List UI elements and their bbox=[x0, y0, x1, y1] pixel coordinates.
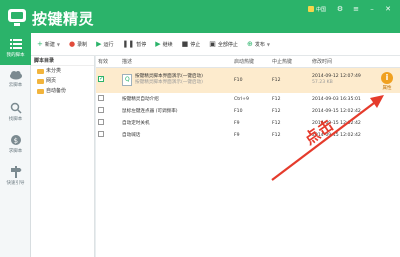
cloud-icon bbox=[9, 71, 22, 80]
modified-time: 2014-09-12 12:07:49 bbox=[312, 74, 361, 80]
folder-icon bbox=[37, 78, 44, 84]
plus-icon: + bbox=[37, 40, 43, 48]
enabled-checkbox[interactable] bbox=[98, 75, 104, 83]
record-button[interactable]: ● 录制 bbox=[69, 40, 87, 48]
script-description: 按键精灵脚本界面演示(一键启动) bbox=[135, 74, 203, 80]
table-row[interactable]: 自动喊话 F9 F12 2014-09-15 12:02:42 bbox=[96, 129, 400, 141]
chevron-down-icon: ▼ bbox=[266, 41, 270, 47]
column-header-description[interactable]: 描述 bbox=[120, 56, 232, 68]
table-row[interactable]: 自动定时关机 F9 F12 2014-09-15 12:02:42 bbox=[96, 117, 400, 129]
directory-header: 脚本目录 bbox=[31, 56, 94, 66]
globe-icon: ⊕ bbox=[246, 40, 253, 48]
script-file-icon bbox=[122, 74, 132, 87]
record-icon: ● bbox=[68, 40, 76, 48]
start-hotkey: F10 bbox=[234, 108, 243, 114]
search-icon bbox=[10, 102, 22, 114]
column-header-stop-hotkey[interactable]: 中止热键 bbox=[270, 56, 310, 68]
folder-icon bbox=[37, 88, 44, 94]
stop-icon: ■ bbox=[181, 40, 189, 48]
app-title: 按键精灵 bbox=[32, 10, 95, 28]
stop-hotkey: F12 bbox=[272, 120, 281, 126]
minimize-icon[interactable]: – bbox=[366, 4, 378, 14]
properties-button[interactable]: i 属性 bbox=[380, 72, 394, 94]
script-directory-panel: 脚本目录 未分类 网页 自动备份 bbox=[31, 56, 95, 257]
script-description: 按键精灵自动介绍 bbox=[122, 97, 159, 102]
start-hotkey: F10 bbox=[234, 77, 243, 83]
sidebar-item-guide[interactable]: 快速引导 bbox=[0, 161, 31, 193]
stop-hotkey: F12 bbox=[272, 108, 281, 114]
sidebar-item-label: 找脚本 bbox=[8, 117, 23, 122]
guide-icon bbox=[10, 166, 21, 178]
column-header-modified-time[interactable]: 修改时间 bbox=[310, 56, 400, 68]
enabled-checkbox[interactable] bbox=[98, 119, 104, 125]
script-table-panel: 有效 描述 启动热键 中止热键 修改时间 按键精灵脚本界面演示(一键启动) 按键… bbox=[96, 56, 400, 257]
chevron-down-icon: ▼ bbox=[56, 41, 60, 47]
sidebar-item-my-scripts[interactable]: 我的脚本 bbox=[0, 33, 31, 65]
info-icon: i bbox=[381, 72, 393, 84]
modified-time: 2014-09-03 16:35:01 bbox=[312, 96, 361, 102]
title-bar: 按键精灵 中国 ⚙ ≡ – ✕ bbox=[0, 0, 400, 33]
script-description-sub: 按键精灵脚本界面演示(一键启动) bbox=[135, 80, 203, 86]
toolbar: + 新建 ▼ ● 录制 ▶ 运行 ❚❚ 暂停 ▶ 继续 ■ 停止 ▣ 全部停止 … bbox=[31, 33, 400, 56]
directory-item-uncategorized[interactable]: 未分类 bbox=[31, 66, 94, 76]
script-table: 有效 描述 启动热键 中止热键 修改时间 按键精灵脚本界面演示(一键启动) 按键… bbox=[96, 56, 400, 141]
directory-item-autobackup[interactable]: 自动备份 bbox=[31, 86, 94, 96]
folder-icon bbox=[37, 68, 44, 74]
sidebar-item-label: 我的脚本 bbox=[6, 53, 25, 58]
list-icon bbox=[9, 39, 22, 49]
script-description: 自动喊话 bbox=[122, 133, 141, 138]
stop-hotkey: F12 bbox=[272, 96, 281, 102]
app-logo-icon bbox=[8, 9, 26, 26]
start-hotkey: Ctrl+9 bbox=[234, 96, 249, 102]
table-row[interactable]: 按键精灵自动介绍 Ctrl+9 F12 2014-09-03 16:35:01 bbox=[96, 93, 400, 105]
publish-button[interactable]: ⊕ 发布 ▼ bbox=[247, 40, 270, 48]
new-button[interactable]: + 新建 ▼ bbox=[37, 40, 60, 48]
sidebar-item-find[interactable]: 找脚本 bbox=[0, 97, 31, 129]
sidebar-item-label: 云脚本 bbox=[8, 83, 23, 88]
column-header-start-hotkey[interactable]: 启动热键 bbox=[232, 56, 270, 68]
svg-text:$: $ bbox=[13, 137, 17, 145]
settings-icon[interactable]: ⚙ bbox=[334, 4, 346, 14]
script-description: 自动定时关机 bbox=[122, 121, 150, 126]
stop-all-icon: ▣ bbox=[209, 40, 216, 48]
file-size: 57.23 KB bbox=[312, 80, 333, 86]
stop-button[interactable]: ■ 停止 bbox=[182, 40, 201, 48]
table-row[interactable]: 鼠标左键连点器 (可调频率) F10 F12 2014-09-15 12:02:… bbox=[96, 105, 400, 117]
stop-hotkey: F12 bbox=[272, 77, 281, 83]
stop-all-button[interactable]: ▣ 全部停止 bbox=[209, 40, 238, 48]
properties-label: 属性 bbox=[382, 86, 392, 91]
run-button[interactable]: ▶ 运行 bbox=[96, 40, 113, 48]
close-icon[interactable]: ✕ bbox=[382, 4, 394, 14]
start-hotkey: F9 bbox=[234, 120, 240, 126]
pause-button[interactable]: ❚❚ 暂停 bbox=[123, 40, 147, 48]
play-icon: ▶ bbox=[96, 40, 102, 48]
menu-icon[interactable]: ≡ bbox=[350, 4, 362, 14]
sidebar-item-request[interactable]: $ 求脚本 bbox=[0, 129, 31, 161]
enabled-checkbox[interactable] bbox=[98, 131, 104, 137]
user-icon bbox=[307, 6, 314, 12]
sidebar-item-label: 求脚本 bbox=[8, 149, 23, 154]
enabled-checkbox[interactable] bbox=[98, 95, 104, 101]
enabled-checkbox[interactable] bbox=[98, 107, 104, 113]
resume-icon: ▶ bbox=[155, 40, 161, 48]
user-chip[interactable]: 中国 bbox=[307, 6, 326, 13]
pause-icon: ❚❚ bbox=[122, 40, 135, 48]
user-label: 中国 bbox=[315, 6, 326, 13]
sidebar-item-cloud[interactable]: 云脚本 bbox=[0, 65, 31, 97]
table-row[interactable]: 按键精灵脚本界面演示(一键启动) 按键精灵脚本界面演示(一键启动) F10 F1… bbox=[96, 67, 400, 93]
sidebar-item-label: 快速引导 bbox=[6, 181, 25, 186]
coin-icon: $ bbox=[10, 135, 21, 145]
left-sidebar: 我的脚本 云脚本 找脚本 $ 求脚本 快速引导 bbox=[0, 33, 31, 257]
directory-item-web[interactable]: 网页 bbox=[31, 76, 94, 86]
resume-button[interactable]: ▶ 继续 bbox=[155, 40, 172, 48]
column-header-enabled[interactable]: 有效 bbox=[96, 56, 120, 68]
start-hotkey: F9 bbox=[234, 132, 240, 138]
script-description: 鼠标左键连点器 (可调频率) bbox=[122, 109, 178, 114]
